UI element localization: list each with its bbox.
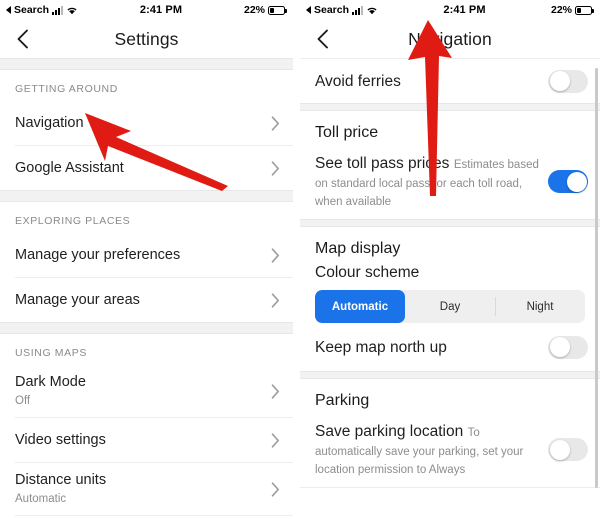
row-title: Manage your preferences	[15, 246, 181, 263]
row-title: Navigation	[15, 114, 84, 131]
navigation-settings-list: Avoid ferries Toll price See toll pass p…	[300, 58, 600, 532]
row-title: Dark Mode	[15, 374, 86, 390]
vertical-scrollbar[interactable]	[595, 68, 598, 488]
bottom-divider	[300, 487, 600, 488]
segmented-control-colour-scheme[interactable]: Automatic Day Night	[315, 290, 585, 323]
settings-list: GETTING AROUND Navigation Google Assista…	[0, 58, 293, 532]
page-title-right: Navigation	[408, 28, 492, 49]
back-button-right[interactable]	[311, 28, 333, 50]
chevron-left-icon	[17, 29, 28, 49]
left-nav-bar: Settings	[0, 20, 293, 58]
status-bar-carrier: Search	[6, 4, 78, 16]
battery-percent-label: 22%	[550, 4, 572, 16]
group-title-parking: Parking	[315, 392, 370, 409]
back-to-search-triangle-icon	[6, 6, 11, 14]
section-gap	[0, 190, 293, 202]
sidebar-item-video-settings[interactable]: Video settings	[0, 418, 293, 462]
status-bar-right: Search 2:41 PM 22%	[300, 0, 600, 20]
toggle-keep-map-north-up[interactable]	[548, 335, 588, 359]
row-texts: Distance units Automatic	[15, 463, 106, 515]
section-gap	[0, 322, 293, 334]
row-title: Save parking location	[315, 423, 464, 440]
section-header-using-maps: USING MAPS	[15, 347, 87, 359]
sidebar-item-navigation[interactable]: Navigation	[0, 101, 293, 145]
chevron-right-icon	[271, 115, 280, 131]
chevron-right-icon	[271, 383, 280, 399]
toggle-see-toll-pass-prices[interactable]	[548, 170, 588, 193]
wifi-icon	[366, 6, 378, 15]
battery-percent-label: 22%	[243, 4, 265, 16]
section-header-exploring-places: EXPLORING PLACES	[15, 215, 131, 227]
sidebar-item-manage-your-preferences[interactable]: Manage your preferences	[0, 233, 293, 277]
row-title: Avoid ferries	[315, 72, 401, 90]
segment-night[interactable]: Night	[495, 290, 585, 323]
battery-icon	[575, 5, 594, 15]
row-title: Google Assistant	[15, 159, 124, 176]
sidebar-item-google-assistant[interactable]: Google Assistant	[0, 146, 293, 190]
battery-icon	[268, 5, 287, 15]
row-texts: Keep map north up	[315, 328, 447, 367]
row-texts: Save parking location To automatically s…	[315, 412, 540, 487]
status-bar-battery: 22%	[243, 4, 287, 16]
settings-screen: Search 2:41 PM 22% Settings GETTING AROU…	[0, 0, 293, 532]
group-title-map-display: Map display	[315, 240, 401, 257]
back-to-search-triangle-icon	[306, 6, 311, 14]
chevron-right-icon	[271, 292, 280, 308]
group-title-toll-price: Toll price	[315, 124, 379, 141]
section-gap	[300, 371, 600, 379]
row-divider	[15, 515, 293, 516]
row-texts: Video settings	[15, 423, 106, 458]
row-title: Manage your areas	[15, 291, 140, 308]
segment-day[interactable]: Day	[405, 290, 495, 323]
wifi-icon	[66, 6, 78, 15]
chevron-left-icon	[317, 29, 328, 49]
row-texts: Dark Mode Off	[15, 365, 86, 417]
row-title: Distance units	[15, 472, 107, 488]
row-subtitle: Off	[15, 395, 31, 407]
row-title: Video settings	[15, 431, 106, 448]
chevron-right-icon	[271, 247, 280, 263]
row-keep-map-north-up[interactable]: Keep map north up	[300, 323, 600, 371]
screenshot-root: Search 2:41 PM 22% Settings GETTING AROU…	[0, 0, 600, 532]
sidebar-item-dark-mode[interactable]: Dark Mode Off	[0, 365, 293, 417]
signal-bars-icon	[352, 5, 364, 15]
section-gap	[300, 103, 600, 111]
row-title: See toll pass prices	[315, 155, 450, 172]
row-title: Keep map north up	[315, 338, 447, 356]
carrier-label: Search	[314, 4, 350, 16]
row-save-parking-location[interactable]: Save parking location To automatically s…	[300, 412, 600, 487]
row-texts: Google Assistant	[15, 151, 124, 186]
status-bar-carrier: Search	[306, 4, 378, 16]
chevron-right-icon	[271, 432, 280, 448]
row-texts: Navigation	[15, 106, 84, 141]
chevron-right-icon	[271, 481, 280, 497]
page-title-left: Settings	[114, 28, 179, 49]
toggle-avoid-ferries[interactable]	[548, 69, 588, 93]
section-gap	[300, 219, 600, 227]
toggle-save-parking-location[interactable]	[548, 438, 588, 461]
row-avoid-ferries[interactable]: Avoid ferries	[300, 59, 600, 103]
row-texts: Manage your areas	[15, 283, 140, 318]
signal-bars-icon	[52, 5, 64, 15]
sidebar-item-manage-your-areas[interactable]: Manage your areas	[0, 278, 293, 322]
label-colour-scheme: Colour scheme	[315, 264, 420, 281]
navigation-screen: Search 2:41 PM 22% Navigation Avoid ferr…	[300, 0, 600, 532]
status-bar-time: 2:41 PM	[139, 4, 183, 16]
row-see-toll-pass-prices[interactable]: See toll pass prices Estimates based on …	[300, 144, 600, 219]
row-texts: See toll pass prices Estimates based on …	[315, 144, 540, 219]
chevron-right-icon	[271, 160, 280, 176]
back-button-left[interactable]	[11, 28, 33, 50]
right-nav-bar: Navigation	[300, 20, 600, 58]
sidebar-item-distance-units[interactable]: Distance units Automatic	[0, 463, 293, 515]
section-header-getting-around: GETTING AROUND	[15, 83, 118, 95]
row-texts: Manage your preferences	[15, 238, 180, 273]
status-bar-time: 2:41 PM	[443, 4, 486, 16]
section-gap	[0, 58, 293, 70]
segment-automatic[interactable]: Automatic	[315, 290, 405, 323]
status-bar-left: Search 2:41 PM 22%	[0, 0, 293, 20]
row-subtitle: Automatic	[15, 493, 67, 505]
row-texts: Avoid ferries	[315, 62, 401, 101]
carrier-label: Search	[14, 4, 50, 16]
status-bar-battery: 22%	[550, 4, 594, 16]
